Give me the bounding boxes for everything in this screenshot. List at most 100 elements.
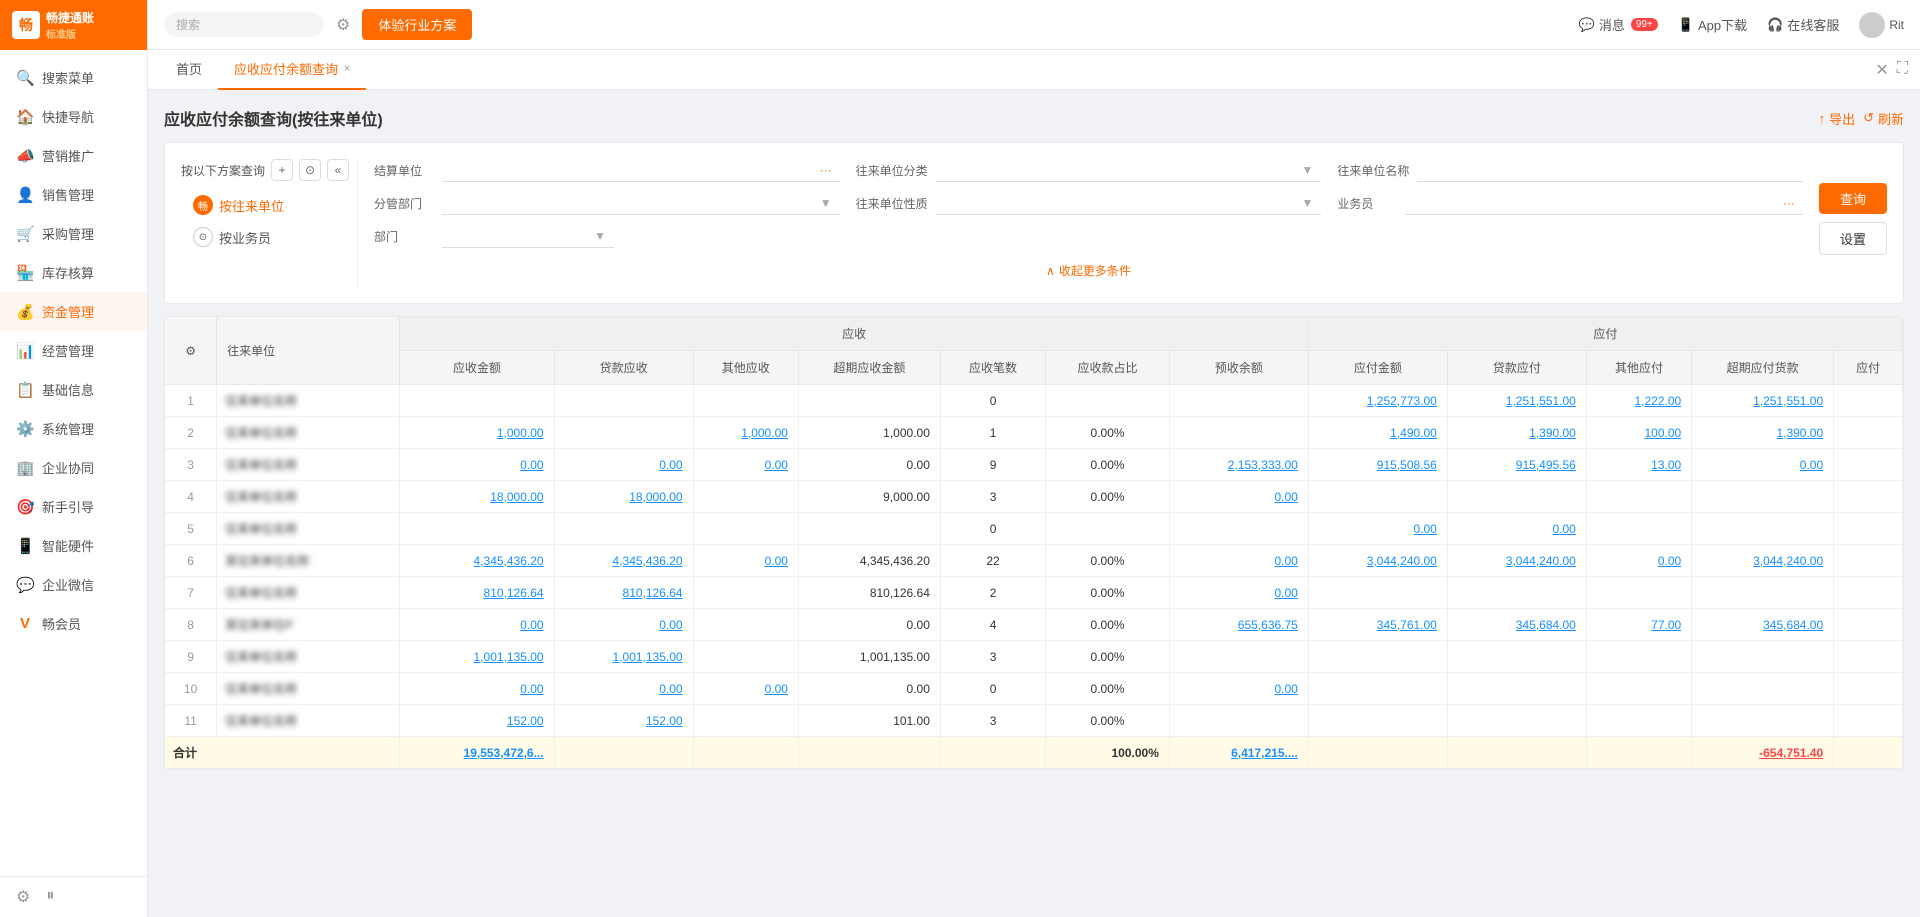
filter-collapse-btn[interactable]: « xyxy=(327,159,349,181)
sidebar-item-system[interactable]: ⚙️ 系统管理 xyxy=(0,409,147,448)
table-entity-header: 往来单位 xyxy=(217,317,400,385)
app-download-label: App下载 xyxy=(1698,15,1747,34)
filter-field-settlement: 结算单位 ··· xyxy=(374,159,840,182)
header-online-service[interactable]: 🎧 在线客服 xyxy=(1767,15,1839,34)
filter-action-btns: 查询 设置 xyxy=(1803,159,1887,287)
message-badge: 99+ xyxy=(1631,18,1658,31)
header-right: 💬 消息 99+ 📱 App下载 🎧 在线客服 Rit xyxy=(1579,12,1904,38)
online-service-label: 在线客服 xyxy=(1787,15,1839,34)
header-gear-icon[interactable]: ⚙ xyxy=(336,15,350,35)
enterprise-icon: 🏢 xyxy=(16,459,34,477)
entity-category-select[interactable]: ▼ xyxy=(936,159,1322,182)
settlement-label: 结算单位 xyxy=(374,162,434,179)
salesperson-input[interactable]: ··· xyxy=(1405,192,1803,215)
filter-field-entity-name: 往来单位名称 xyxy=(1337,159,1803,182)
tab-close-icon[interactable]: × xyxy=(344,63,350,75)
basic-icon: 📋 xyxy=(16,381,34,399)
table-settings-header[interactable]: ⚙ xyxy=(165,317,217,385)
th-ap-extra: 应付 xyxy=(1834,351,1903,385)
sidebar-collapse-icon[interactable]: ⏸ xyxy=(46,887,54,907)
sidebar-item-purchase[interactable]: 🛒 采购管理 xyxy=(0,214,147,253)
entity-category-label: 往来单位分类 xyxy=(856,162,928,179)
message-label: 消息 xyxy=(1599,15,1625,34)
tabs-actions: ✕ ⛶ xyxy=(1875,60,1908,80)
solution-button[interactable]: 体验行业方案 xyxy=(362,9,472,40)
message-icon: 💬 xyxy=(1579,17,1595,33)
marketing-icon: 📣 xyxy=(16,147,34,165)
settlement-input[interactable]: ··· xyxy=(442,159,840,182)
page-content: 应收应付余额查询(按往来单位) ↑ 导出 ↺ 刷新 按以下方案查询 xyxy=(148,90,1920,917)
tab-arbalance[interactable]: 应收应付余额查询 × xyxy=(218,50,366,90)
department-select[interactable]: ▼ xyxy=(442,225,614,248)
filter-top-bar: 按以下方案查询 + ⊙ « xyxy=(181,159,349,181)
entity-nav-icon: 畅 xyxy=(193,195,213,215)
nature-select[interactable]: ▼ xyxy=(936,192,1322,215)
dept-select[interactable]: ▼ xyxy=(442,192,840,215)
th-prepay: 预收余额 xyxy=(1169,351,1308,385)
tab-maximize-icon[interactable]: ⛶ xyxy=(1897,60,1908,80)
sidebar-item-search[interactable]: 🔍 搜索菜单 xyxy=(0,58,147,97)
nature-label: 往来单位性质 xyxy=(856,195,928,212)
header-message[interactable]: 💬 消息 99+ xyxy=(1579,15,1658,34)
filter-add-btn[interactable]: + xyxy=(271,159,293,181)
app-icon: 📱 xyxy=(1678,17,1694,33)
filter-nav-by-staff[interactable]: ⊙ 按业务员 xyxy=(181,221,349,253)
total-prepay[interactable]: 6,417,215.... xyxy=(1169,737,1308,769)
header-search-placeholder: 搜索 xyxy=(176,18,200,32)
sidebar-item-member[interactable]: V 畅会员 xyxy=(0,604,147,643)
filter-field-nature: 往来单位性质 ▼ xyxy=(856,192,1322,215)
refresh-button[interactable]: ↺ 刷新 xyxy=(1863,109,1904,128)
sidebar-item-sales[interactable]: 👤 销售管理 xyxy=(0,175,147,214)
finance-icon: 💰 xyxy=(16,303,34,321)
entity-name-input[interactable] xyxy=(1417,159,1803,182)
th-ar-other: 其他应收 xyxy=(693,351,798,385)
sidebar-settings-icon[interactable]: ⚙ xyxy=(16,887,30,907)
total-ar-amount[interactable]: 19,553,472,6... xyxy=(400,737,554,769)
entity-category-arrow: ▼ xyxy=(1301,163,1313,177)
sidebar-item-marketing[interactable]: 📣 营销推广 xyxy=(0,136,147,175)
table-row: 8某往来单位P0.000.000.0040.00%655,636.75345,7… xyxy=(165,609,1903,641)
sidebar-item-beginner[interactable]: 🎯 新手引导 xyxy=(0,487,147,526)
salesperson-label: 业务员 xyxy=(1337,195,1397,212)
sidebar-nav: 🔍 搜索菜单 🏠 快捷导航 📣 营销推广 👤 销售管理 🛒 采购管理 🏪 库存核… xyxy=(0,50,147,876)
total-ap-total[interactable]: -654,751.40 xyxy=(1692,737,1834,769)
sidebar-label-search: 搜索菜单 xyxy=(42,68,94,87)
sidebar-label-sales: 销售管理 xyxy=(42,185,94,204)
service-icon: 🎧 xyxy=(1767,17,1783,33)
tab-home[interactable]: 首页 xyxy=(160,50,218,90)
table-row: 3往来单位名称0.000.000.000.0090.00%2,153,333.0… xyxy=(165,449,1903,481)
inventory-icon: 🏪 xyxy=(16,264,34,282)
department-arrow: ▼ xyxy=(594,229,606,243)
export-button[interactable]: ↑ 导出 xyxy=(1819,109,1856,128)
filter-collapse-row[interactable]: ∧ 收起更多条件 xyxy=(374,254,1803,287)
settings-button[interactable]: 设置 xyxy=(1819,222,1887,255)
tabs-bar: 首页 应收应付余额查询 × ✕ ⛶ xyxy=(148,50,1920,90)
tab-close-window-icon[interactable]: ✕ xyxy=(1875,60,1888,80)
filter-fields: 结算单位 ··· 往来单位分类 ▼ xyxy=(358,159,1803,287)
sidebar-item-basic[interactable]: 📋 基础信息 xyxy=(0,370,147,409)
collapse-label: 收起更多条件 xyxy=(1059,262,1131,279)
header-app-download[interactable]: 📱 App下载 xyxy=(1678,15,1747,34)
sidebar-label-member: 畅会员 xyxy=(42,614,81,633)
filter-row-1: 结算单位 ··· 往来单位分类 ▼ xyxy=(374,159,1803,182)
table-receivable-group-header: 应收 xyxy=(400,317,1309,351)
sidebar-item-operation[interactable]: 📊 经营管理 xyxy=(0,331,147,370)
sidebar-item-enterprise[interactable]: 🏢 企业协同 xyxy=(0,448,147,487)
filter-settings-btn[interactable]: ⊙ xyxy=(299,159,321,181)
th-ap-other: 其他应付 xyxy=(1586,351,1691,385)
sidebar-item-quicknav[interactable]: 🏠 快捷导航 xyxy=(0,97,147,136)
sidebar-item-wechat[interactable]: 💬 企业微信 xyxy=(0,565,147,604)
sidebar-label-wechat: 企业微信 xyxy=(42,575,94,594)
header-user[interactable]: Rit xyxy=(1859,12,1904,38)
smarthw-icon: 📱 xyxy=(16,537,34,555)
filter-nav-by-entity[interactable]: 畅 按往来单位 xyxy=(181,189,349,221)
sidebar-item-finance[interactable]: 💰 资金管理 xyxy=(0,292,147,331)
search-icon: 🔍 xyxy=(16,69,34,87)
user-name: Rit xyxy=(1889,18,1904,32)
sidebar-item-smarthw[interactable]: 📱 智能硬件 xyxy=(0,526,147,565)
total-ap-extra xyxy=(1834,737,1903,769)
sidebar-item-inventory[interactable]: 🏪 库存核算 xyxy=(0,253,147,292)
sales-icon: 👤 xyxy=(16,186,34,204)
query-button[interactable]: 查询 xyxy=(1819,183,1887,214)
filter-row-3: 部门 ▼ xyxy=(374,225,1803,248)
